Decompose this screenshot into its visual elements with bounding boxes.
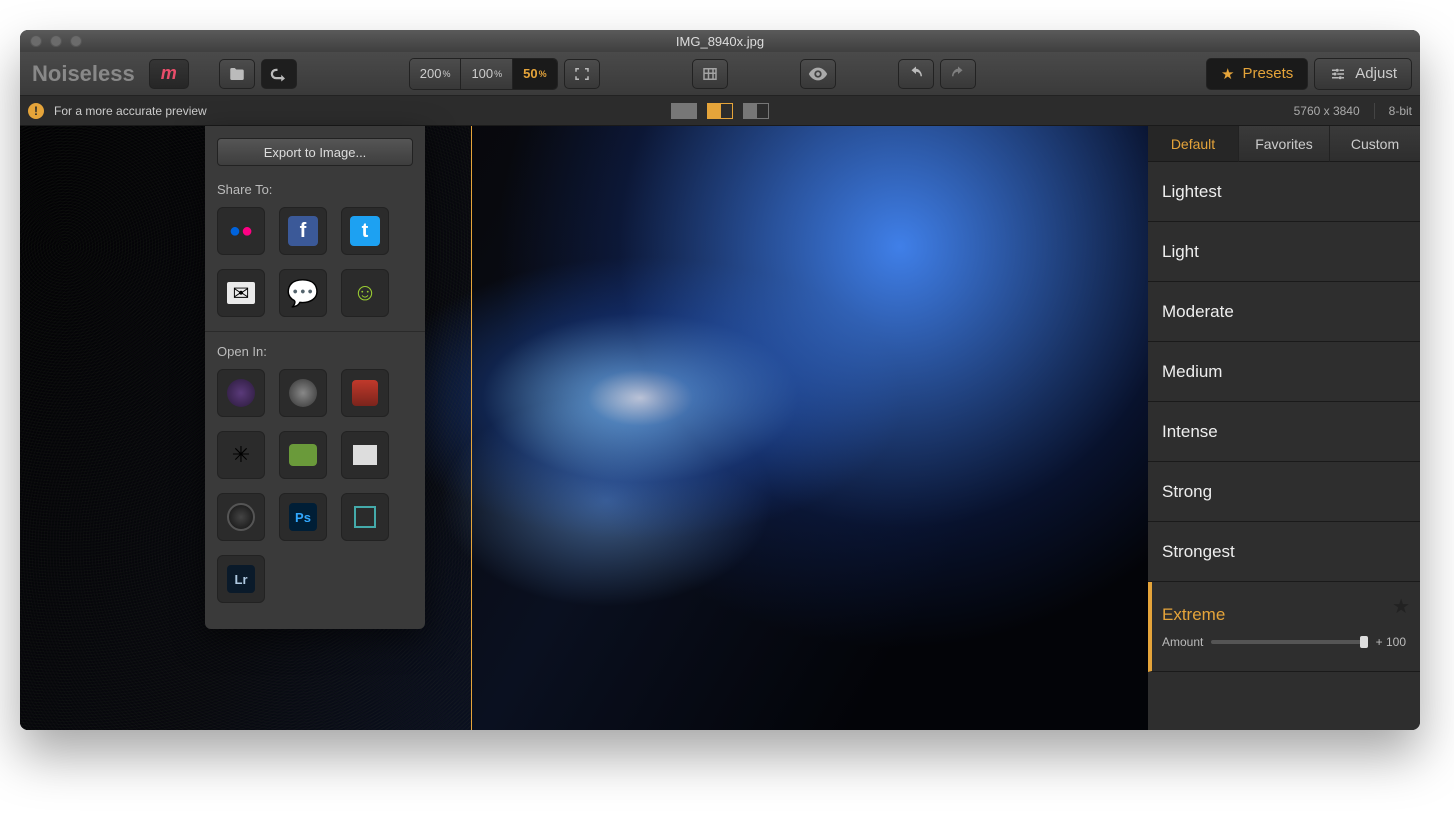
facebook-icon: f	[288, 216, 318, 246]
app2-icon	[289, 379, 317, 407]
side-by-side-view-button[interactable]	[743, 103, 769, 119]
zoom-segmented-control: 200% 100% 50%	[409, 58, 558, 90]
adjust-label: Adjust	[1355, 65, 1397, 82]
star-icon: ★	[1221, 65, 1234, 83]
tab-default[interactable]: Default	[1148, 126, 1239, 162]
mail-icon: ✉︎	[227, 282, 255, 304]
warning-icon: !	[28, 103, 44, 119]
crop-button[interactable]	[692, 59, 728, 89]
preset-lightest[interactable]: Lightest	[1148, 162, 1420, 222]
share-messages-button[interactable]: 💬	[279, 269, 327, 317]
compare-view-toggles	[671, 103, 769, 119]
tab-custom[interactable]: Custom	[1330, 126, 1420, 162]
preset-strong[interactable]: Strong	[1148, 462, 1420, 522]
macphun-button[interactable]: m	[149, 59, 189, 89]
dropdown-divider	[205, 331, 425, 332]
share-to-label: Share To:	[217, 182, 413, 197]
app5-icon	[289, 444, 317, 466]
photoshop-icon: Ps	[289, 503, 317, 531]
info-bar: ! For a more accurate preview 5760 x 384…	[20, 96, 1420, 126]
share-button[interactable]	[261, 59, 297, 89]
zoom-100-button[interactable]: 100%	[461, 59, 513, 89]
presets-label: Presets	[1242, 65, 1293, 82]
share-facebook-button[interactable]: f	[279, 207, 327, 255]
toolbar: Noiseless m 200% 100% 50%	[20, 52, 1420, 96]
undo-button[interactable]	[898, 59, 934, 89]
adjust-panel-button[interactable]: Adjust	[1314, 58, 1412, 90]
amount-slider[interactable]	[1211, 640, 1367, 644]
open-in-app-9[interactable]	[341, 493, 389, 541]
app3-icon	[352, 380, 378, 406]
single-view-button[interactable]	[671, 103, 697, 119]
open-in-app-2[interactable]	[279, 369, 327, 417]
eye-icon	[807, 63, 829, 85]
app9-icon	[354, 506, 376, 528]
flickr-icon: ●●	[229, 220, 253, 243]
share-twitter-button[interactable]: t	[341, 207, 389, 255]
divider	[1374, 103, 1375, 119]
amount-label: Amount	[1162, 635, 1203, 649]
twitter-icon: t	[350, 216, 380, 246]
open-in-app-4[interactable]: ✳︎	[217, 431, 265, 479]
lightroom-icon: Lr	[227, 565, 255, 593]
app4-icon: ✳︎	[232, 442, 250, 468]
sliders-icon	[1329, 65, 1347, 83]
open-in-label: Open In:	[217, 344, 413, 359]
fit-to-screen-button[interactable]	[564, 59, 600, 89]
tab-favorites[interactable]: Favorites	[1239, 126, 1330, 162]
open-in-app-5[interactable]	[279, 431, 327, 479]
open-in-photoshop[interactable]: Ps	[279, 493, 327, 541]
share-mail-button[interactable]: ✉︎	[217, 269, 265, 317]
macphun-icon: m	[161, 63, 177, 84]
image-canvas[interactable]	[20, 126, 1148, 730]
preset-light[interactable]: Light	[1148, 222, 1420, 282]
preset-intense[interactable]: Intense	[1148, 402, 1420, 462]
grid-icon	[701, 65, 719, 83]
open-in-app-6[interactable]	[341, 431, 389, 479]
window-title: IMG_8940x.jpg	[20, 34, 1420, 49]
image-bit-depth: 8-bit	[1389, 104, 1412, 118]
share-smugmug-button[interactable]: ☺	[341, 269, 389, 317]
preset-medium[interactable]: Medium	[1148, 342, 1420, 402]
open-in-app-3[interactable]	[341, 369, 389, 417]
app-window: IMG_8940x.jpg Noiseless m 200% 100% 50%	[20, 30, 1420, 730]
open-in-app-1[interactable]	[217, 369, 265, 417]
share-dropdown: Export to Image... Share To: ●● f t ✉︎ 💬…	[205, 126, 425, 629]
image-dimensions: 5760 x 3840	[1294, 104, 1360, 118]
camera-icon	[227, 503, 255, 531]
fit-icon	[573, 65, 591, 83]
undo-icon	[907, 65, 925, 83]
preset-strongest[interactable]: Strongest	[1148, 522, 1420, 582]
preview-toggle-button[interactable]	[800, 59, 836, 89]
titlebar: IMG_8940x.jpg	[20, 30, 1420, 52]
zoom-50-button[interactable]: 50%	[513, 59, 556, 89]
folder-icon	[228, 65, 246, 83]
amount-control: Amount + 100	[1162, 635, 1406, 649]
preset-moderate[interactable]: Moderate	[1148, 282, 1420, 342]
redo-button[interactable]	[940, 59, 976, 89]
share-flickr-button[interactable]: ●●	[217, 207, 265, 255]
app6-icon	[353, 445, 377, 465]
zoom-200-button[interactable]: 200%	[410, 59, 462, 89]
messages-icon: 💬	[287, 278, 319, 309]
redo-icon	[949, 65, 967, 83]
presets-list: Lightest Light Moderate Medium Intense S…	[1148, 162, 1420, 730]
preset-category-tabs: Default Favorites Custom	[1148, 126, 1420, 162]
favorite-star-icon[interactable]: ★	[1392, 594, 1410, 619]
amount-value: + 100	[1376, 635, 1406, 649]
open-file-button[interactable]	[219, 59, 255, 89]
open-in-camera-app[interactable]	[217, 493, 265, 541]
presets-sidebar: Default Favorites Custom Lightest Light …	[1148, 126, 1420, 730]
share-arrow-icon	[270, 65, 288, 83]
split-view-button[interactable]	[707, 103, 733, 119]
aperture-icon	[227, 379, 255, 407]
export-to-image-button[interactable]: Export to Image...	[217, 138, 413, 166]
preset-extreme[interactable]: ★ Extreme Amount + 100	[1148, 582, 1420, 672]
banner-text: For a more accurate preview	[54, 104, 207, 118]
brand-label: Noiseless	[32, 61, 135, 87]
open-in-lightroom[interactable]: Lr	[217, 555, 265, 603]
smugmug-icon: ☺	[353, 279, 378, 307]
split-divider-handle[interactable]	[471, 126, 472, 730]
presets-panel-button[interactable]: ★ Presets	[1206, 58, 1308, 90]
